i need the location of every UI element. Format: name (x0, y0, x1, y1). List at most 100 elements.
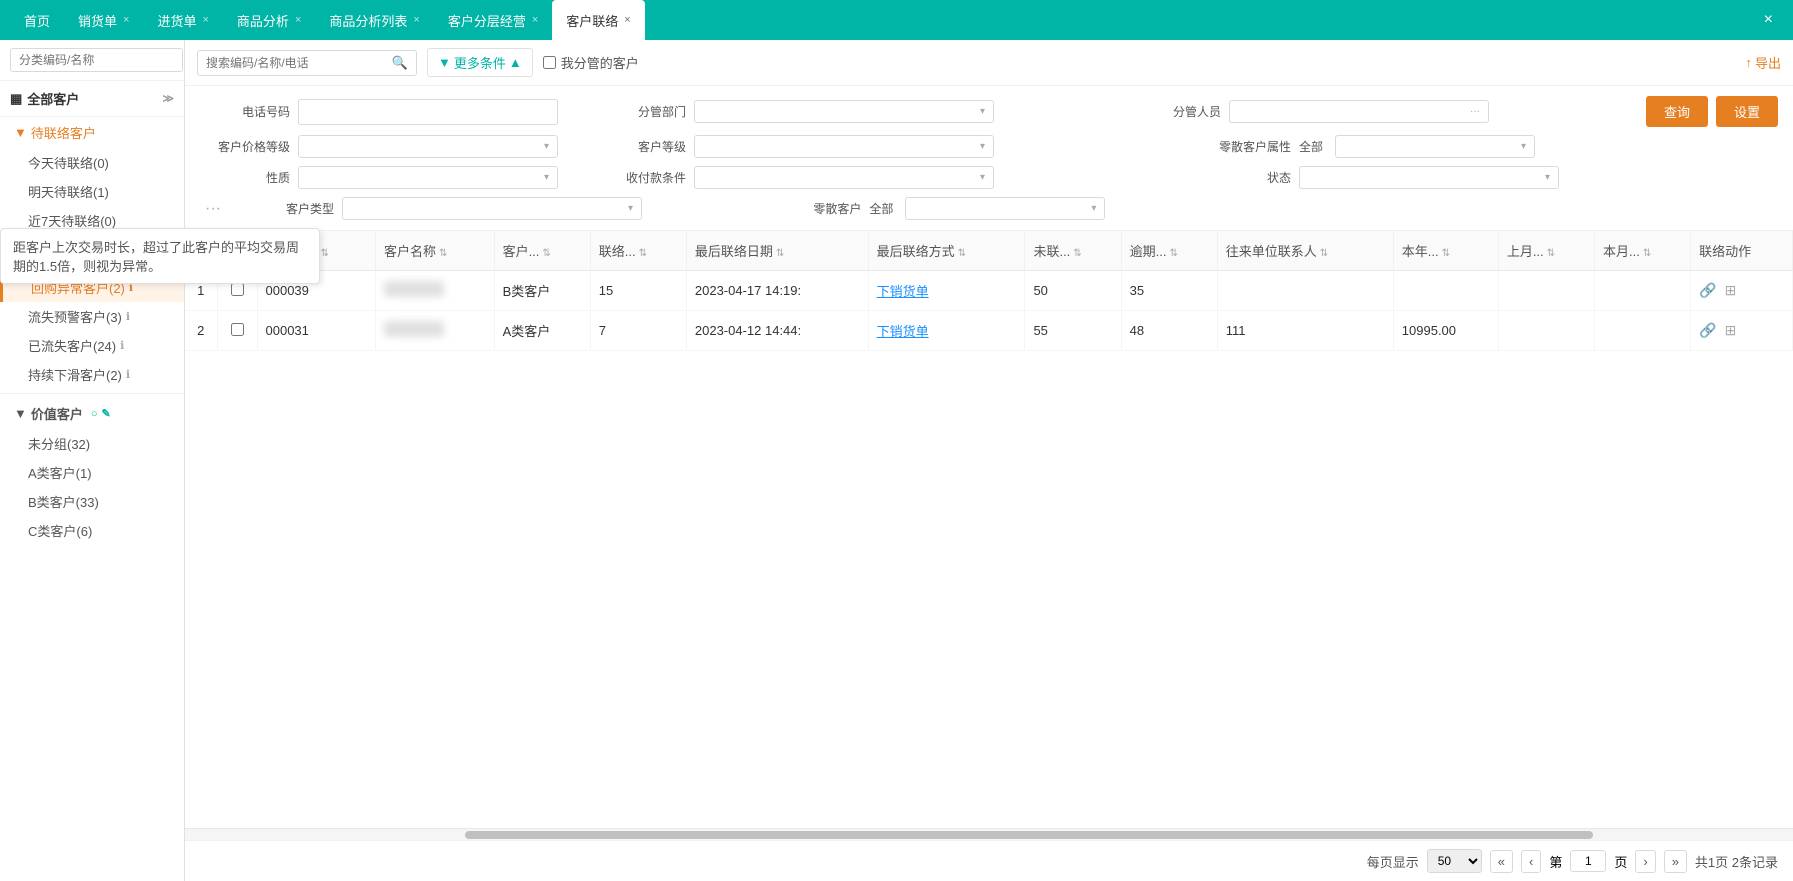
sidebar-item-class-c[interactable]: C类客户(6) (0, 516, 184, 545)
nav-sales[interactable]: 销货单 × (64, 0, 143, 40)
all-customers-title: ▦ 全部客户 ≫ (0, 81, 184, 117)
page-label: 第 (1549, 852, 1562, 871)
sort-icon[interactable]: ⇅ (1442, 248, 1450, 259)
close-icon[interactable]: × (624, 14, 630, 26)
chevron-down-icon: ▾ (1091, 203, 1096, 214)
nav-purchase[interactable]: 进货单 × (143, 0, 222, 40)
retail-customer-select[interactable]: ▾ (905, 197, 1105, 220)
th-this-month: 本月...⇅ (1594, 231, 1690, 271)
chevron-down-icon: ▾ (980, 172, 985, 183)
my-customer-checkbox[interactable] (543, 56, 556, 69)
sort-icon[interactable]: ⇅ (542, 248, 550, 259)
retail-attr-select[interactable]: ▾ (1335, 135, 1535, 158)
manager-select[interactable]: ··· (1229, 100, 1489, 123)
retail-attr-label: 零散客户属性 (1201, 138, 1291, 155)
search-input[interactable] (206, 56, 392, 70)
nav-customer-contact[interactable]: 客户联络 × (552, 0, 644, 40)
sort-icon[interactable]: ⇅ (1073, 248, 1081, 259)
info-icon: ℹ (120, 339, 124, 352)
sidebar-item-class-b[interactable]: B类客户(33) (0, 487, 184, 516)
close-icon[interactable]: × (123, 14, 129, 26)
sort-icon[interactable]: ⇅ (1169, 248, 1177, 259)
sidebar-item-tomorrow-pending[interactable]: 明天待联络(1) (0, 177, 184, 206)
per-page-select[interactable]: 50 20 100 (1427, 849, 1482, 873)
sort-icon[interactable]: ⇅ (776, 248, 784, 259)
sort-icon[interactable]: ⇅ (639, 248, 647, 259)
settings-button[interactable]: 设置 (1716, 96, 1778, 127)
action-icons-1: 🔗 ⊞ (1699, 282, 1784, 299)
page-first-button[interactable]: « (1490, 850, 1513, 873)
more-dots[interactable]: ··· (200, 200, 226, 218)
nav-home[interactable]: 首页 (10, 0, 64, 40)
grid-icon-2[interactable]: ⊞ (1725, 322, 1737, 339)
sidebar-item-declining[interactable]: 持续下滑客户(2) ℹ (0, 360, 184, 389)
row-checkbox-1[interactable] (231, 283, 244, 296)
sidebar-search-input[interactable] (10, 48, 183, 72)
collapse-icon[interactable]: ≫ (162, 92, 174, 105)
close-icon[interactable]: × (413, 14, 419, 26)
customer-type-select[interactable]: ▾ (342, 197, 642, 220)
page-next-button[interactable]: › (1635, 850, 1655, 873)
td-type-1: B类客户 (494, 271, 590, 311)
page-input[interactable] (1570, 850, 1606, 872)
nav-customer-tier[interactable]: 客户分层经营 × (434, 0, 552, 40)
th-type: 客户...⇅ (494, 231, 590, 271)
th-unread: 未联...⇅ (1025, 231, 1121, 271)
link-icon-2[interactable]: 🔗 (1699, 322, 1716, 339)
query-button[interactable]: 查询 (1646, 96, 1708, 127)
sort-icon[interactable]: ⇅ (321, 248, 329, 259)
chevron-down-icon: ▾ (544, 141, 549, 152)
sidebar-group-pending[interactable]: ▼ 待联络客户 (0, 117, 184, 148)
chevron-down-icon: ▾ (1545, 172, 1550, 183)
sidebar-item-churn-warning[interactable]: 流失预警客户(3) ℹ (0, 302, 184, 331)
chevron-down-icon: ··· (1470, 106, 1480, 117)
th-this-year: 本年...⇅ (1393, 231, 1498, 271)
price-tier-select[interactable]: ▾ (298, 135, 558, 158)
sort-icon[interactable]: ⇅ (439, 248, 447, 259)
search-icon[interactable]: 🔍 (392, 55, 408, 71)
payment-select[interactable]: ▾ (694, 166, 994, 189)
sort-icon[interactable]: ⇅ (958, 248, 966, 259)
th-name: 客户名称⇅ (376, 231, 495, 271)
page-last-button[interactable]: » (1664, 850, 1687, 873)
window-close-button[interactable]: × (1754, 11, 1783, 29)
customer-tier-select[interactable]: ▾ (694, 135, 994, 158)
sort-icon[interactable]: ⇅ (1547, 248, 1555, 259)
sidebar-item-class-a[interactable]: A类客户(1) (0, 458, 184, 487)
top-nav: 首页 销货单 × 进货单 × 商品分析 × 商品分析列表 × 客户分层经营 × … (0, 0, 1793, 40)
grid-icon-1[interactable]: ⊞ (1725, 282, 1737, 299)
sort-icon[interactable]: ⇅ (1643, 248, 1651, 259)
manager-label: 分管人员 (1131, 103, 1221, 120)
sidebar-item-ungrouped[interactable]: 未分组(32) (0, 429, 184, 458)
close-icon[interactable]: × (532, 14, 538, 26)
contact-method-link-1[interactable]: 下销货单 (877, 284, 929, 299)
status-label: 状态 (1201, 169, 1291, 186)
row-checkbox-2[interactable] (231, 323, 244, 336)
contact-method-link-2[interactable]: 下销货单 (877, 324, 929, 339)
export-button[interactable]: ↑ 导出 (1745, 53, 1781, 72)
edit-icon[interactable]: ✎ (102, 407, 111, 420)
main-layout: 🔍 ▦ 全部客户 ≫ ▼ 待联络客户 今天待联络(0) 明天待联络(1) 近7天… (0, 40, 1793, 881)
nav-product-analysis-list[interactable]: 商品分析列表 × (315, 0, 433, 40)
td-overdue-1: 35 (1121, 271, 1217, 311)
close-icon[interactable]: × (202, 14, 208, 26)
page-prev-button[interactable]: ‹ (1521, 850, 1541, 873)
scrollbar-thumb[interactable] (465, 831, 1593, 839)
link-icon-1[interactable]: 🔗 (1699, 282, 1716, 299)
arrow-down-icon: ▼ (14, 125, 27, 140)
phone-input[interactable] (298, 99, 558, 125)
dept-select[interactable]: ▾ (694, 100, 994, 123)
close-icon[interactable]: × (295, 14, 301, 26)
more-conditions-button[interactable]: ▼ 更多条件 ▲ (427, 48, 533, 77)
nature-select[interactable]: ▾ (298, 166, 558, 189)
sidebar-item-churned[interactable]: 已流失客户(24) ℹ (0, 331, 184, 360)
status-select[interactable]: ▾ (1299, 166, 1559, 189)
nav-product-analysis[interactable]: 商品分析 × (223, 0, 315, 40)
chevron-down-icon: ▾ (1521, 141, 1526, 152)
sidebar-group-value[interactable]: ▼ 价值客户 ○ ✎ (0, 398, 184, 429)
horizontal-scrollbar[interactable] (185, 828, 1793, 840)
td-last-date-1: 2023-04-17 14:19: (686, 271, 868, 311)
td-index-2: 2 (185, 311, 217, 351)
sort-icon[interactable]: ⇅ (1320, 248, 1328, 259)
sidebar-item-today-pending[interactable]: 今天待联络(0) (0, 148, 184, 177)
